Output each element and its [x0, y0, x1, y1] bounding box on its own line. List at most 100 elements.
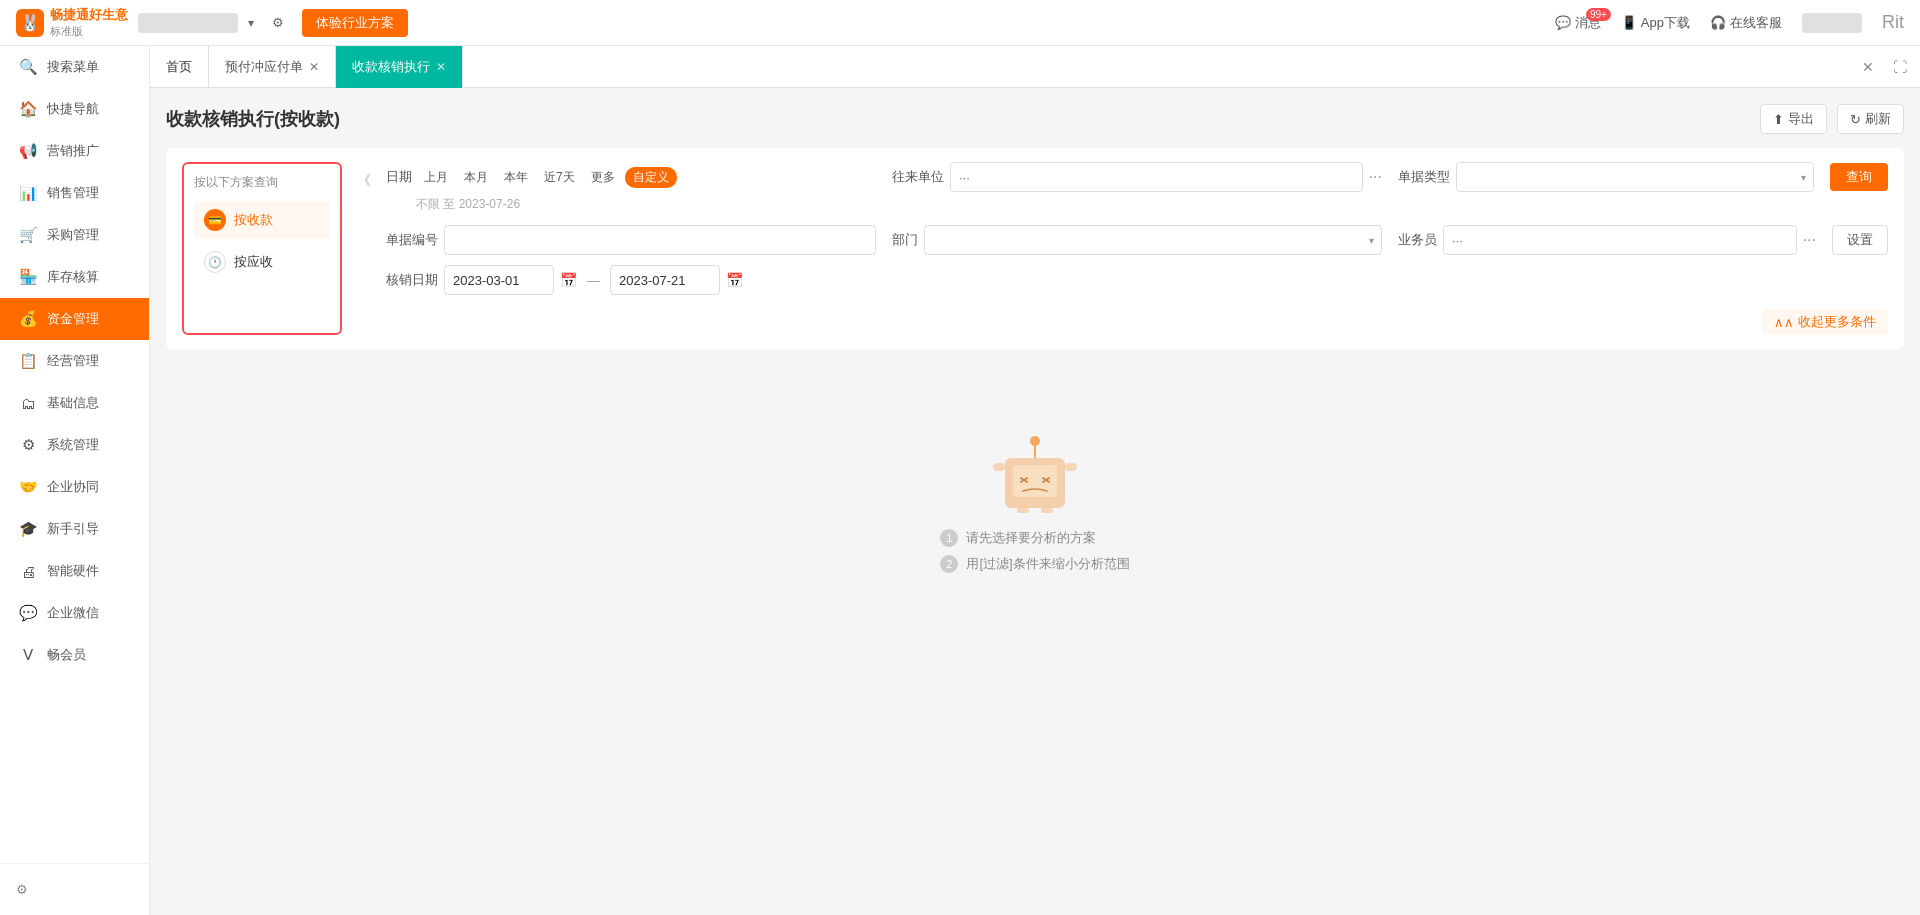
sidebar-item-sales[interactable]: 📊 销售管理 [0, 172, 149, 214]
bizperson-label: 业务员 [1398, 231, 1437, 249]
settings-gear-icon[interactable]: ⚙ [264, 9, 292, 37]
date-range-dash: — [587, 273, 600, 288]
sidebar-item-search[interactable]: 🔍 搜索菜单 [0, 46, 149, 88]
sidebar: 🔍 搜索菜单 🏠 快捷导航 📢 营销推广 📊 销售管理 🛒 采购管理 🏪 库存核… [0, 46, 150, 915]
sidebar-item-finance[interactable]: 💰 资金管理 [0, 298, 149, 340]
sidebar-item-guide[interactable]: 🎓 新手引导 [0, 508, 149, 550]
export-label: 导出 [1788, 110, 1814, 128]
tab-prepay-label: 预付冲应付单 [225, 58, 303, 76]
sidebar-label-enterprise: 企业协同 [47, 478, 99, 496]
sidebar-item-quicknav[interactable]: 🏠 快捷导航 [0, 88, 149, 130]
export-button[interactable]: ⬆ 导出 [1760, 104, 1827, 134]
docnumber-input[interactable] [444, 225, 876, 255]
header-dropdown-btn[interactable]: ▾ [248, 16, 254, 30]
refresh-icon: ↻ [1850, 112, 1861, 127]
sidebar-settings-icon: ⚙ [16, 882, 28, 897]
svg-rect-1 [1013, 465, 1057, 497]
tab-expand-btn[interactable]: ⛶ [1888, 55, 1912, 79]
sidebar-item-wechat[interactable]: 💬 企业微信 [0, 592, 149, 634]
date-btn-custom[interactable]: 自定义 [625, 167, 677, 188]
sidebar-item-operations[interactable]: 📋 经营管理 [0, 340, 149, 382]
offset-date-end-calendar-icon[interactable]: 📅 [726, 272, 743, 288]
refresh-button[interactable]: ↻ 刷新 [1837, 104, 1904, 134]
sidebar-item-marketing[interactable]: 📢 营销推广 [0, 130, 149, 172]
collapse-more-btn[interactable]: ∧∧ 收起更多条件 [1762, 309, 1888, 335]
bizperson-input[interactable] [1443, 225, 1797, 255]
date-label: 日期 [386, 168, 412, 186]
doctype-select-wrap: ▾ [1456, 162, 1814, 192]
docnumber-filter-cell: 单据编号 [386, 225, 876, 255]
sidebar-label-finance: 资金管理 [47, 310, 99, 328]
date-btn-last-month[interactable]: 上月 [418, 167, 454, 188]
counterpart-more-icon[interactable]: ··· [1369, 168, 1382, 186]
tab-bar-actions: ✕ ⛶ [1856, 55, 1912, 79]
sidebar-label-inventory: 库存核算 [47, 268, 99, 286]
sidebar-label-system: 系统管理 [47, 436, 99, 454]
tab-close-all-btn[interactable]: ✕ [1856, 55, 1880, 79]
query-option-by-receipt[interactable]: 💳 按收款 [194, 201, 330, 239]
svg-rect-11 [1041, 506, 1053, 513]
date-btn-this-month[interactable]: 本月 [458, 167, 494, 188]
by-receivable-icon: 🕐 [204, 251, 226, 273]
tab-receipt-offset[interactable]: 收款核销执行 ✕ [336, 46, 463, 88]
sidebar-item-enterprise[interactable]: 🤝 企业协同 [0, 466, 149, 508]
basicinfo-icon: 🗂 [19, 394, 37, 412]
sidebar-item-hardware[interactable]: 🖨 智能硬件 [0, 550, 149, 592]
counterpart-input[interactable] [950, 162, 1363, 192]
doctype-select[interactable] [1456, 162, 1814, 192]
sidebar-label-marketing: 营销推广 [47, 142, 99, 160]
offset-date-start-input[interactable] [444, 265, 554, 295]
sidebar-label-guide: 新手引导 [47, 520, 99, 538]
tab-receipt-offset-close-icon[interactable]: ✕ [436, 60, 446, 74]
offset-date-end-input[interactable] [610, 265, 720, 295]
industry-solution-button[interactable]: 体验行业方案 [302, 9, 408, 37]
empty-hints: 1 请先选择要分析的方案 2 用[过滤]条件来缩小分析范围 [940, 529, 1129, 573]
message-action[interactable]: 💬 消息 99+ [1555, 14, 1601, 32]
online-service-action[interactable]: 🎧 在线客服 [1710, 14, 1782, 32]
department-select[interactable] [924, 225, 1382, 255]
settings-button[interactable]: 设置 [1832, 225, 1888, 255]
sidebar-item-member[interactable]: Ⅴ 畅会员 [0, 634, 149, 676]
sidebar-bottom: ⚙ [0, 863, 149, 915]
tab-home[interactable]: 首页 [150, 46, 209, 88]
page-title-actions: ⬆ 导出 ↻ 刷新 [1760, 104, 1904, 134]
export-icon: ⬆ [1773, 112, 1784, 127]
query-button[interactable]: 查询 [1830, 163, 1888, 191]
header-left: 🐰 畅捷通好生意 标准版 ▾ ⚙ 体验行业方案 [16, 7, 408, 38]
message-icon: 💬 [1555, 15, 1571, 30]
by-receivable-label: 按应收 [234, 253, 273, 271]
tab-receipt-offset-label: 收款核销执行 [352, 58, 430, 76]
empty-hint-1-text: 请先选择要分析的方案 [966, 529, 1096, 547]
panel-collapse-btn[interactable]: 《 [354, 162, 374, 335]
sidebar-item-basicinfo[interactable]: 🗂 基础信息 [0, 382, 149, 424]
filter-row-1: 日期 上月 本月 本年 近7天 更多 自定义 [386, 162, 1888, 192]
tab-prepay[interactable]: 预付冲应付单 ✕ [209, 46, 336, 88]
department-select-wrap: ▾ [924, 225, 1382, 255]
operations-icon: 📋 [19, 352, 37, 370]
offset-date-start-calendar-icon[interactable]: 📅 [560, 272, 577, 288]
app-logo-icon: 🐰 [16, 9, 44, 37]
content-area: 首页 预付冲应付单 ✕ 收款核销执行 ✕ ✕ ⛶ 收款核销执行(按收款) [150, 46, 1920, 915]
query-option-by-receivable[interactable]: 🕐 按应收 [194, 243, 330, 281]
user-avatar[interactable] [1802, 13, 1862, 33]
tab-bar: 首页 预付冲应付单 ✕ 收款核销执行 ✕ ✕ ⛶ [150, 46, 1920, 88]
svg-rect-8 [993, 463, 1005, 471]
page-title-bar: 收款核销执行(按收款) ⬆ 导出 ↻ 刷新 [166, 104, 1904, 134]
tab-prepay-close-icon[interactable]: ✕ [309, 60, 319, 74]
bizperson-filter-cell: 业务员 ··· 设置 [1398, 225, 1888, 255]
main-layout: 🔍 搜索菜单 🏠 快捷导航 📢 营销推广 📊 销售管理 🛒 采购管理 🏪 库存核… [0, 46, 1920, 915]
service-icon: 🎧 [1710, 15, 1726, 30]
counterpart-label: 往来单位 [892, 168, 944, 186]
sidebar-settings-btn[interactable]: ⚙ [0, 872, 149, 907]
date-btn-7days[interactable]: 近7天 [538, 167, 581, 188]
svg-point-7 [1030, 436, 1040, 446]
bizperson-more-icon[interactable]: ··· [1803, 231, 1816, 249]
sidebar-item-system[interactable]: ⚙ 系统管理 [0, 424, 149, 466]
app-download-action[interactable]: 📱 App下载 [1621, 14, 1690, 32]
date-btn-this-year[interactable]: 本年 [498, 167, 534, 188]
date-btn-more[interactable]: 更多 [585, 167, 621, 188]
sidebar-item-purchase[interactable]: 🛒 采购管理 [0, 214, 149, 256]
sidebar-label-wechat: 企业微信 [47, 604, 99, 622]
sidebar-item-inventory[interactable]: 🏪 库存核算 [0, 256, 149, 298]
tab-home-label: 首页 [166, 58, 192, 76]
